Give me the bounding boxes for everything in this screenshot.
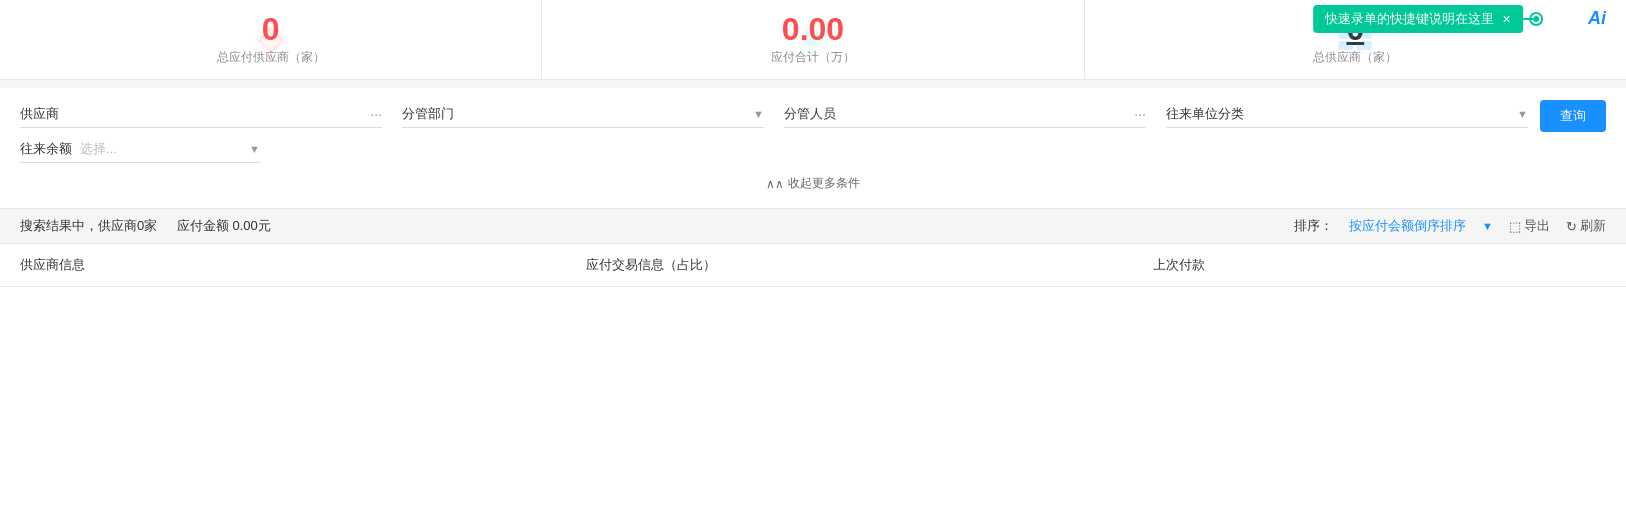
svg-point-5	[815, 34, 818, 37]
svg-rect-8	[1339, 41, 1354, 50]
results-actions: 排序： 按应付会额倒序排序 ▼ ⬚ 导出 ↻ 刷新	[1294, 217, 1606, 235]
tooltip-popup: 快速录单的快捷键说明在这里 ×	[1313, 5, 1522, 33]
filter-row-1: 供应商 ··· 分管部门 ▼ 分管人员 ··· 往来单位分类 ▼ 查询	[20, 100, 1606, 132]
col-transaction-header: 应付交易信息（占比）	[586, 256, 1152, 274]
export-button[interactable]: ⬚ 导出	[1509, 217, 1550, 235]
category-filter: 往来单位分类 ▼	[1166, 105, 1528, 128]
results-amount-text: 应付金额 0.00元	[177, 218, 271, 233]
stats-bar: 0 总应付供应商（家） 0.00 应付合计（万） 快速录单的快捷键说明在这里 ×	[0, 0, 1626, 80]
collapse-up-icon: ∧∧	[766, 177, 784, 191]
refresh-icon: ↻	[1566, 219, 1577, 234]
svg-rect-9	[1357, 41, 1372, 50]
tooltip-close-btn[interactable]: ×	[1502, 12, 1510, 26]
balance-filter: 往来余额 选择... ▼	[20, 140, 260, 163]
refresh-button[interactable]: ↻ 刷新	[1566, 217, 1606, 235]
svg-point-4	[807, 34, 810, 37]
filter-row-2: 往来余额 选择... ▼	[20, 140, 1606, 163]
sort-value[interactable]: 按应付会额倒序排序	[1349, 217, 1466, 235]
pig-icon	[788, 15, 838, 65]
supplier-filter: 供应商 ···	[20, 105, 382, 128]
ai-badge[interactable]: Ai	[1588, 8, 1606, 29]
person-label: 分管人员	[784, 105, 836, 123]
results-info-area: 搜索结果中，供应商0家 应付金额 0.00元	[20, 217, 271, 235]
tooltip-text: 快速录单的快捷键说明在这里	[1325, 10, 1494, 28]
table-body	[0, 287, 1626, 515]
balance-arrow-icon[interactable]: ▼	[249, 143, 260, 155]
stat-total-suppliers: 快速录单的快捷键说明在这里 × 0 总供应商（家） Ai	[1085, 0, 1626, 79]
supplier-label: 供应商	[20, 105, 59, 123]
tooltip-dot	[1531, 14, 1541, 24]
sort-label: 排序：	[1294, 217, 1333, 235]
query-button[interactable]: 查询	[1540, 100, 1606, 132]
collapse-row: ∧∧ 收起更多条件	[20, 171, 1606, 200]
col-last-pay-header: 上次付款	[1153, 256, 1606, 274]
dept-label: 分管部门	[402, 105, 454, 123]
balance-label: 往来余额	[20, 140, 72, 158]
results-info-text: 搜索结果中，供应商0家	[20, 218, 157, 233]
supplier-input[interactable]	[67, 106, 366, 121]
person-input[interactable]	[844, 106, 1130, 121]
export-icon: ⬚	[1509, 219, 1521, 234]
stat-total-payable-suppliers: 0 总应付供应商（家）	[0, 0, 542, 79]
person-filter: 分管人员 ···	[784, 105, 1146, 128]
balance-value: 选择...	[80, 140, 245, 158]
dept-filter: 分管部门 ▼	[402, 105, 764, 128]
category-arrow-icon[interactable]: ▼	[1517, 108, 1528, 120]
collapse-button[interactable]: ∧∧ 收起更多条件	[766, 175, 860, 192]
category-label: 往来单位分类	[1166, 105, 1244, 123]
stat-total-payable-amount: 0.00 应付合计（万）	[542, 0, 1084, 79]
sort-arrow-icon[interactable]: ▼	[1482, 220, 1493, 232]
filter-area: 供应商 ··· 分管部门 ▼ 分管人员 ··· 往来单位分类 ▼ 查询 往来余额	[0, 88, 1626, 209]
results-bar: 搜索结果中，供应商0家 应付金额 0.00元 排序： 按应付会额倒序排序 ▼ ⬚…	[0, 209, 1626, 244]
diamond-icon	[246, 15, 296, 65]
person-dots-icon[interactable]: ···	[1134, 106, 1146, 122]
supplier-dots-icon[interactable]: ···	[370, 106, 382, 122]
col-supplier-header: 供应商信息	[20, 256, 586, 274]
collapse-label: 收起更多条件	[788, 175, 860, 192]
svg-rect-0	[253, 22, 288, 57]
dept-arrow-icon[interactable]: ▼	[753, 108, 764, 120]
table-header: 供应商信息 应付交易信息（占比） 上次付款	[0, 244, 1626, 287]
